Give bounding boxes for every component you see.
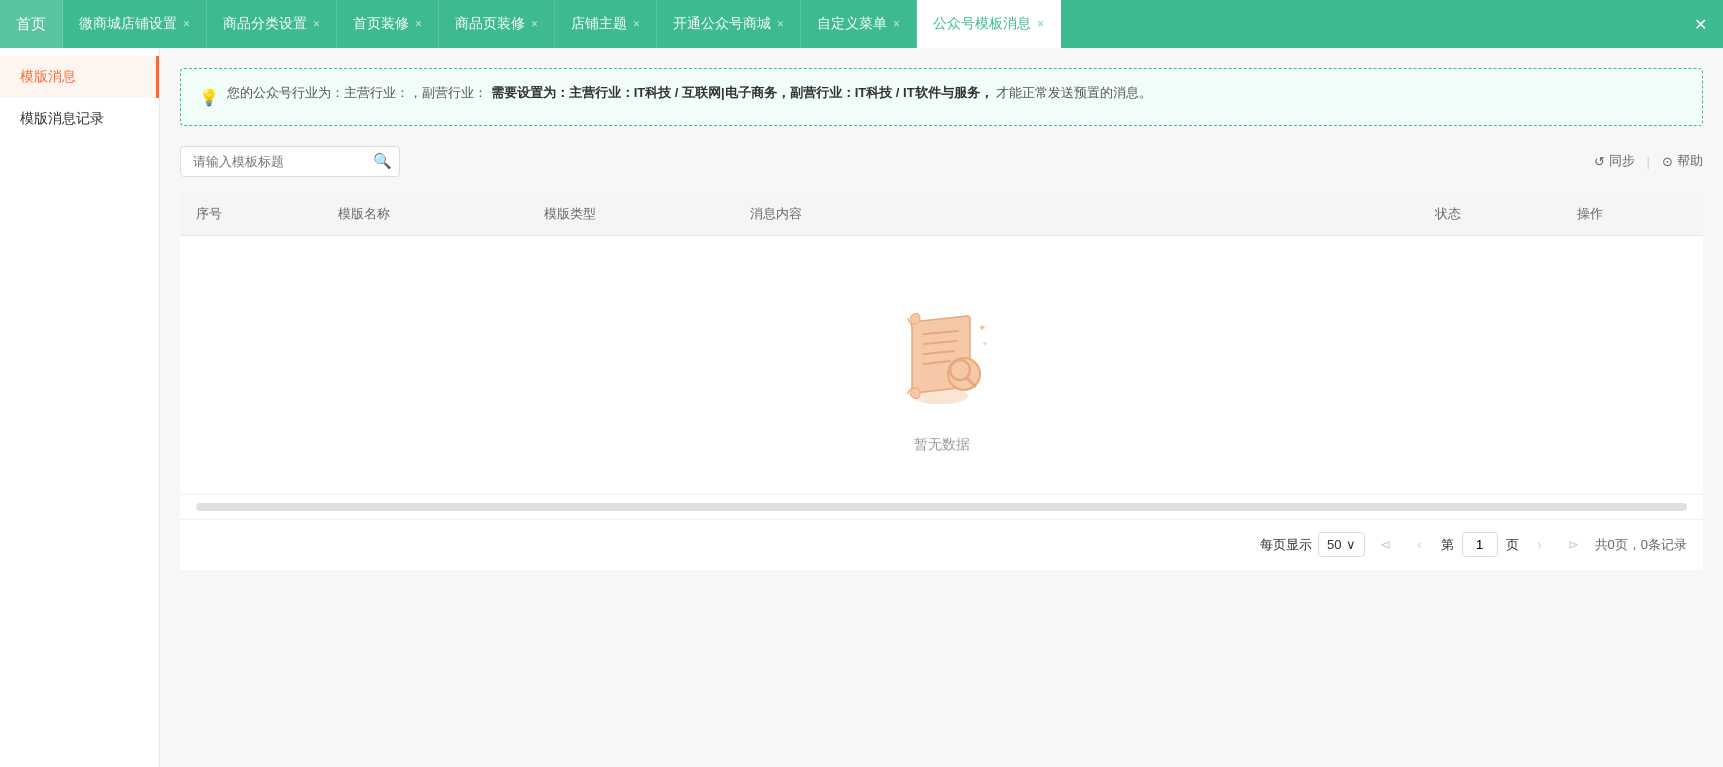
sidebar-item-template-msg[interactable]: 模版消息 <box>0 56 159 98</box>
data-table-container: 序号 模版名称 模版类型 消息内容 状态 <box>180 193 1703 570</box>
empty-state-row: ✦ ✦ 暂无数据 <box>180 235 1703 494</box>
close-custom-menu-tab-icon[interactable]: × <box>893 17 900 31</box>
close-product-deco-tab-icon[interactable]: × <box>531 17 538 31</box>
search-input-wrapper: 🔍 <box>180 146 400 177</box>
close-category-tab-icon[interactable]: × <box>313 17 320 31</box>
help-button[interactable]: ⊙ 帮助 <box>1662 152 1703 170</box>
page-size-label: 每页显示 <box>1260 536 1312 554</box>
nav-tab-wshop-settings[interactable]: 微商城店铺设置 × <box>63 0 207 48</box>
prev-page-button[interactable]: ‹ <box>1407 532 1433 558</box>
notice-highlight-text: 需要设置为：主营行业：IT科技 / 互联网|电子商务，副营行业：IT科技 / I… <box>491 85 993 100</box>
close-store-theme-tab-icon[interactable]: × <box>633 17 640 31</box>
scrollbar-track[interactable] <box>196 503 1687 511</box>
svg-text:✦: ✦ <box>982 340 988 347</box>
nav-tab-custom-menu[interactable]: 自定义菜单 × <box>801 0 917 48</box>
nav-tab-store-theme[interactable]: 店铺主题 × <box>555 0 657 48</box>
page-unit-label: 页 <box>1506 536 1519 554</box>
search-bar: 🔍 ↺ 同步 | ⊙ 帮助 <box>180 146 1703 177</box>
chevron-down-icon: ∨ <box>1346 537 1356 552</box>
nav-tab-category-label: 商品分类设置 <box>223 15 307 33</box>
main-layout: 模版消息 模版消息记录 💡 您的公众号行业为：主营行业：，副营行业： 需要设置为… <box>0 48 1723 767</box>
first-page-button[interactable]: ⊲ <box>1373 532 1399 558</box>
sidebar: 模版消息 模版消息记录 <box>0 48 160 767</box>
toolbar-divider: | <box>1647 154 1650 169</box>
sync-button[interactable]: ↺ 同步 <box>1594 152 1635 170</box>
top-nav-bar: 首页 微商城店铺设置 × 商品分类设置 × 首页装修 × 商品页装修 × 店铺主… <box>0 0 1723 48</box>
page-size-select: 每页显示 50 ∨ <box>1260 532 1364 557</box>
page-label: 第 <box>1441 536 1454 554</box>
close-wshop-tab-icon[interactable]: × <box>183 17 190 31</box>
empty-illustration: ✦ ✦ <box>882 296 1002 416</box>
sidebar-item-template-msg-log[interactable]: 模版消息记录 <box>0 98 159 140</box>
page-number-input[interactable] <box>1462 532 1498 557</box>
page-summary: 共0页，0条记录 <box>1595 536 1687 554</box>
nav-tab-home[interactable]: 首页 <box>0 0 63 48</box>
sidebar-item-template-msg-label: 模版消息 <box>20 68 76 84</box>
nav-tab-store-theme-label: 店铺主题 <box>571 15 627 33</box>
nav-tab-home-label: 首页 <box>16 15 46 34</box>
nav-tab-open-mall[interactable]: 开通公众号商城 × <box>657 0 801 48</box>
col-header-action: 操作 <box>1561 193 1703 236</box>
close-open-mall-tab-icon[interactable]: × <box>777 17 784 31</box>
svg-text:✦: ✦ <box>978 322 986 333</box>
col-header-index: 序号 <box>180 193 322 236</box>
nav-tab-product-deco-label: 商品页装修 <box>455 15 525 33</box>
search-input[interactable] <box>180 146 400 177</box>
sync-icon: ↺ <box>1594 154 1605 169</box>
col-header-status: 状态 <box>1419 193 1561 236</box>
page-size-value: 50 <box>1327 537 1341 552</box>
nav-tab-template-msg[interactable]: 公众号模板消息 × <box>917 0 1061 48</box>
help-icon: ⊙ <box>1662 154 1673 169</box>
page-size-dropdown[interactable]: 50 ∨ <box>1318 532 1364 557</box>
empty-text: 暂无数据 <box>914 436 970 454</box>
col-header-name: 模版名称 <box>322 193 528 236</box>
notice-box: 💡 您的公众号行业为：主营行业：，副营行业： 需要设置为：主营行业：IT科技 /… <box>180 68 1703 126</box>
close-template-msg-tab-icon[interactable]: × <box>1037 17 1044 31</box>
nav-tab-product-decoration[interactable]: 商品页装修 × <box>439 0 555 48</box>
close-all-tabs-button[interactable]: ✕ <box>1678 15 1723 34</box>
search-icon[interactable]: 🔍 <box>373 152 392 170</box>
data-table: 序号 模版名称 模版类型 消息内容 状态 <box>180 193 1703 495</box>
next-page-button[interactable]: › <box>1527 532 1553 558</box>
horizontal-scrollbar[interactable] <box>180 495 1703 519</box>
nav-tab-open-mall-label: 开通公众号商城 <box>673 15 771 33</box>
table-header-row: 序号 模版名称 模版类型 消息内容 状态 <box>180 193 1703 236</box>
toolbar-right: ↺ 同步 | ⊙ 帮助 <box>1594 152 1703 170</box>
nav-tab-wshop-label: 微商城店铺设置 <box>79 15 177 33</box>
empty-state: ✦ ✦ 暂无数据 <box>180 236 1703 494</box>
notice-text-before: 您的公众号行业为：主营行业：，副营行业： <box>227 85 487 100</box>
close-home-deco-tab-icon[interactable]: × <box>415 17 422 31</box>
help-label: 帮助 <box>1677 152 1703 170</box>
sync-label: 同步 <box>1609 152 1635 170</box>
nav-tab-home-decoration[interactable]: 首页装修 × <box>337 0 439 48</box>
notice-text: 您的公众号行业为：主营行业：，副营行业： 需要设置为：主营行业：IT科技 / 互… <box>227 83 1152 104</box>
pagination-bar: 每页显示 50 ∨ ⊲ ‹ 第 页 › ⊳ 共0页，0条记录 <box>180 519 1703 570</box>
content-area: 💡 您的公众号行业为：主营行业：，副营行业： 需要设置为：主营行业：IT科技 /… <box>160 48 1723 767</box>
nav-tab-custom-menu-label: 自定义菜单 <box>817 15 887 33</box>
nav-tab-template-msg-label: 公众号模板消息 <box>933 15 1031 33</box>
col-header-content: 消息内容 <box>734 193 1419 236</box>
last-page-button[interactable]: ⊳ <box>1561 532 1587 558</box>
nav-tab-product-category[interactable]: 商品分类设置 × <box>207 0 337 48</box>
notice-icon: 💡 <box>199 85 219 111</box>
nav-tab-home-deco-label: 首页装修 <box>353 15 409 33</box>
sidebar-item-template-msg-log-label: 模版消息记录 <box>20 110 104 126</box>
col-header-type: 模版类型 <box>528 193 734 236</box>
notice-text-after: 才能正常发送预置的消息。 <box>996 85 1152 100</box>
